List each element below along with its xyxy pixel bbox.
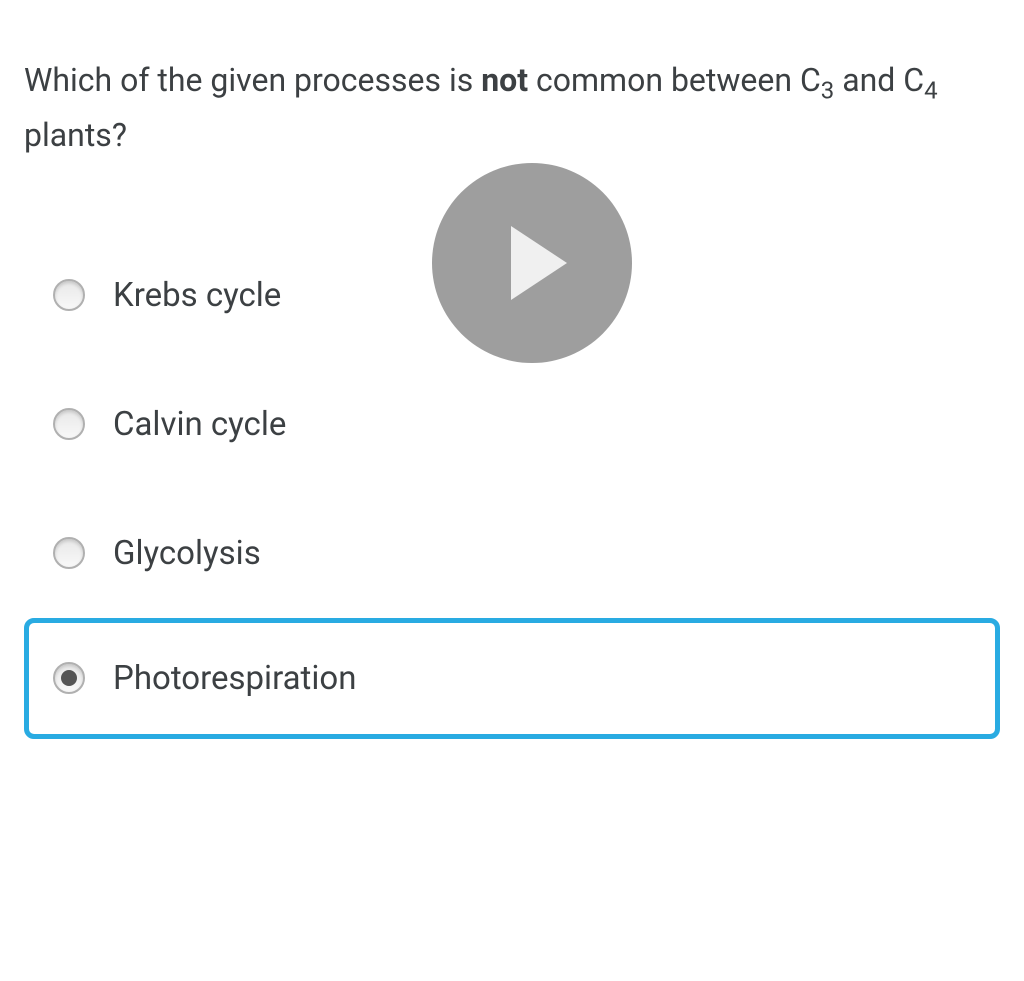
option-label: Krebs cycle [113,276,281,315]
question-suffix: plants? [24,116,127,154]
question-connector: and C [834,61,924,99]
radio-icon [53,537,85,569]
question-prefix: Which of the given processes is [24,61,481,99]
question-middle: common between C [528,61,821,99]
radio-icon [53,279,85,311]
option-glycolysis[interactable]: Glycolysis [24,489,1000,618]
option-photorespiration[interactable]: Photorespiration [24,618,1000,739]
question-bold: not [481,61,528,99]
question-sub1: 3 [821,76,835,104]
option-calvin-cycle[interactable]: Calvin cycle [24,360,1000,489]
question-text: Which of the given processes is not comm… [24,55,1000,161]
play-button[interactable] [432,163,632,363]
play-icon [511,226,567,300]
option-label: Glycolysis [113,534,261,573]
option-label: Photorespiration [113,659,356,698]
question-sub2: 4 [924,76,938,104]
option-label: Calvin cycle [113,405,286,444]
radio-icon [53,408,85,440]
radio-icon-checked [53,662,85,694]
